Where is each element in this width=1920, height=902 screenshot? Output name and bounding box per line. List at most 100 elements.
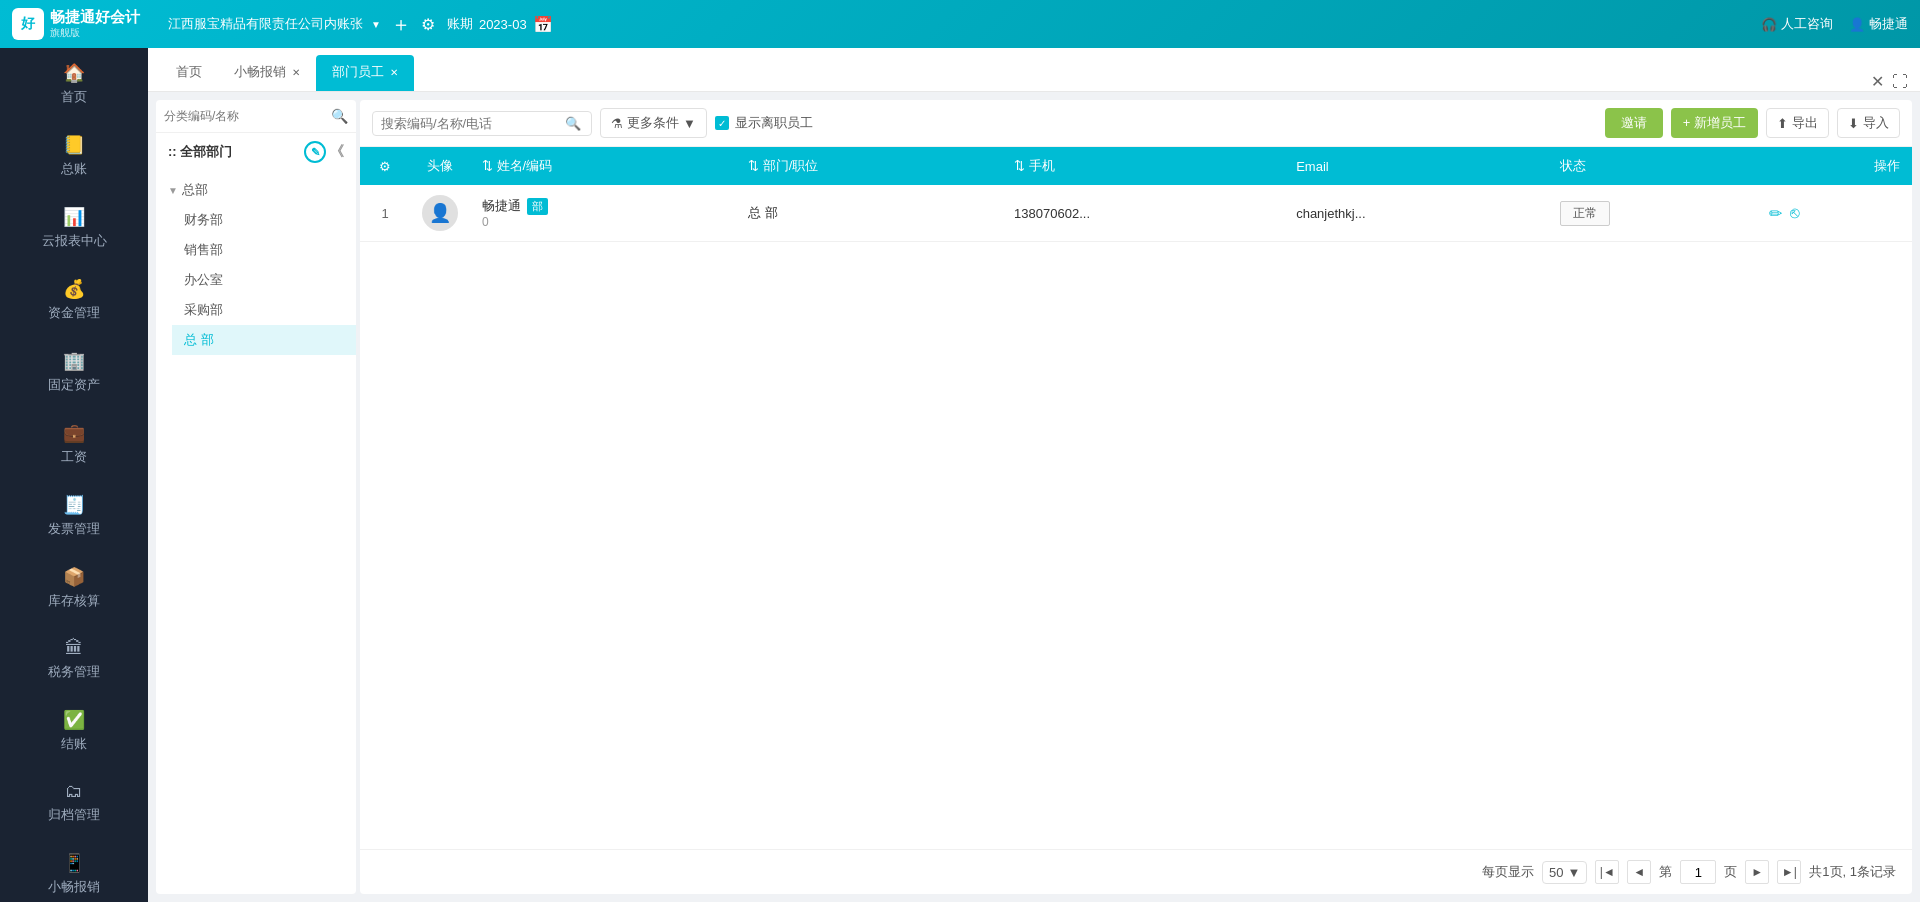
support-button[interactable]: 🎧 人工咨询 (1761, 15, 1833, 33)
dept-collapse-icon[interactable]: 《 (330, 143, 344, 161)
dept-search-icon[interactable]: 🔍 (331, 108, 348, 124)
settings-icon[interactable]: ⚙ (421, 15, 435, 34)
user-account[interactable]: 👤 畅捷通 (1849, 15, 1908, 33)
tab-expense-label: 小畅报销 (234, 63, 286, 81)
dept-tree: ▼ 总部 财务部 销售部 办公室 采购部 总 部 (156, 171, 356, 359)
sidebar-label-expense: 小畅报销 (48, 878, 100, 896)
sidebar-item-tax[interactable]: 🏛 税务管理 (0, 624, 148, 695)
employee-name-text: 畅捷通 (482, 197, 521, 215)
tab-home[interactable]: 首页 (160, 55, 218, 91)
assets-icon: 🏢 (63, 350, 85, 372)
employee-avatar: 👤 (422, 195, 458, 231)
sidebar-item-salary[interactable]: 💼 工资 (0, 408, 148, 480)
last-page-button[interactable]: ►| (1777, 860, 1801, 884)
add-account-button[interactable]: ＋ (391, 11, 411, 38)
employee-search-input[interactable] (381, 116, 561, 131)
sidebar-label-tax: 税务管理 (48, 663, 100, 681)
expense-icon: 📱 (63, 852, 85, 874)
close-window-icon[interactable]: ✕ (1871, 72, 1884, 91)
dept-node-general[interactable]: 总 部 (172, 325, 356, 355)
dept-edit-button[interactable]: ✎ (304, 141, 326, 163)
tab-bar: 首页 小畅报销 ✕ 部门员工 ✕ ✕ ⛶ (148, 48, 1920, 92)
tab-actions: ✕ ⛶ (1871, 72, 1908, 91)
dept-expand-icon: ▼ (168, 185, 178, 196)
sidebar-item-fixed-assets[interactable]: 🏢 固定资产 (0, 336, 148, 408)
tab-expense[interactable]: 小畅报销 ✕ (218, 55, 316, 91)
sidebar-item-closing[interactable]: ✅ 结账 (0, 695, 148, 767)
employee-email-cell: chanjethkj... (1284, 185, 1548, 242)
employee-avatar-cell: 👤 (410, 185, 470, 242)
col-name[interactable]: ⇅ 姓名/编码 (470, 147, 736, 185)
page-size-selector[interactable]: 50 ▼ (1542, 861, 1587, 884)
prev-page-button[interactable]: ◄ (1627, 860, 1651, 884)
dept-node-sales[interactable]: 销售部 (172, 235, 356, 265)
export-button[interactable]: ⬆ 导出 (1766, 108, 1829, 138)
dept-node-procurement[interactable]: 采购部 (172, 295, 356, 325)
sidebar-item-home[interactable]: 🏠 首页 (0, 48, 148, 120)
employee-dept-cell: 总 部 (736, 185, 1002, 242)
dept-node-office[interactable]: 办公室 (172, 265, 356, 295)
tax-icon: 🏛 (65, 638, 83, 659)
maximize-icon[interactable]: ⛶ (1892, 73, 1908, 91)
dept-panel: 🔍 :: 全部部门 ✎ 《 ▼ 总部 (156, 100, 356, 894)
dept-node-finance[interactable]: 财务部 (172, 205, 356, 235)
ledger-icon: 📒 (63, 134, 85, 156)
tab-department-label: 部门员工 (332, 63, 384, 81)
company-selector[interactable]: 江西服宝精品有限责任公司内账张 ▼ (168, 15, 381, 33)
account-period: 账期 2023-03 📅 (447, 15, 553, 34)
filter-button[interactable]: ⚗ 更多条件 ▼ (600, 108, 707, 138)
dept-group-name: 总部 (182, 181, 208, 199)
sidebar-item-archive[interactable]: 🗂 归档管理 (0, 767, 148, 838)
tab-department-close[interactable]: ✕ (390, 67, 398, 78)
sidebar-item-reports[interactable]: 📊 云报表中心 (0, 192, 148, 264)
employee-name-cell: 畅捷通 部 0 (470, 185, 736, 242)
edit-button[interactable]: ✏ (1769, 204, 1782, 223)
add-employee-button[interactable]: + 新增员工 (1671, 108, 1758, 138)
next-page-button[interactable]: ► (1745, 860, 1769, 884)
logout-button[interactable]: ⎋ (1790, 204, 1800, 222)
sidebar-label-archive: 归档管理 (48, 806, 100, 824)
sidebar-item-general-ledger[interactable]: 📒 总账 (0, 120, 148, 192)
top-header: 好 畅捷通好会计 旗舰版 江西服宝精品有限责任公司内账张 ▼ ＋ ⚙ 账期 20… (0, 0, 1920, 48)
dept-group-headquarters: ▼ 总部 财务部 销售部 办公室 采购部 总 部 (156, 175, 356, 355)
all-departments-label: :: 全部部门 (168, 143, 232, 161)
sidebar-label-funds: 资金管理 (48, 304, 100, 322)
col-settings[interactable]: ⚙ (360, 147, 410, 185)
employee-action-cell: ✏ ⎋ (1757, 185, 1912, 242)
company-dropdown-icon: ▼ (371, 19, 381, 30)
dept-search: 🔍 (156, 100, 356, 133)
page-size-dropdown-icon: ▼ (1567, 865, 1580, 880)
sidebar-item-inventory[interactable]: 📦 库存核算 (0, 552, 148, 624)
page-of-label: 第 (1659, 863, 1672, 881)
page-number-input[interactable] (1680, 860, 1716, 884)
support-label: 人工咨询 (1781, 15, 1833, 33)
invoice-icon: 🧾 (63, 494, 85, 516)
first-page-button[interactable]: |◄ (1595, 860, 1619, 884)
col-phone[interactable]: ⇅ 手机 (1002, 147, 1284, 185)
salary-icon: 💼 (63, 422, 85, 444)
sidebar-item-expense[interactable]: 📱 小畅报销 (0, 838, 148, 902)
invite-button[interactable]: 邀请 (1605, 108, 1663, 138)
show-resigned-label: 显示离职员工 (735, 114, 813, 132)
calendar-icon[interactable]: 📅 (533, 15, 553, 34)
dept-group-header[interactable]: ▼ 总部 (156, 175, 356, 205)
employee-search-icon[interactable]: 🔍 (565, 116, 581, 131)
tab-expense-close[interactable]: ✕ (292, 67, 300, 78)
sidebar-item-invoice[interactable]: 🧾 发票管理 (0, 480, 148, 552)
show-resigned-toggle[interactable]: ✓ 显示离职员工 (715, 114, 813, 132)
total-records-label: 共1页, 1条记录 (1809, 863, 1896, 881)
inventory-icon: 📦 (63, 566, 85, 588)
employee-dept-badge: 部 (527, 198, 548, 215)
resigned-checkbox[interactable]: ✓ (715, 116, 729, 130)
import-button[interactable]: ⬇ 导入 (1837, 108, 1900, 138)
col-dept[interactable]: ⇅ 部门/职位 (736, 147, 1002, 185)
dept-search-input[interactable] (164, 109, 327, 123)
sidebar: 🏠 首页 📒 总账 📊 云报表中心 💰 资金管理 🏢 固定资产 💼 工资 🧾 发… (0, 48, 148, 902)
tab-department[interactable]: 部门员工 ✕ (316, 55, 414, 91)
reports-icon: 📊 (63, 206, 85, 228)
account-period-label: 账期 (447, 15, 473, 33)
employee-search-box: 🔍 (372, 111, 592, 136)
status-badge: 正常 (1560, 201, 1610, 226)
page-content: 🔍 :: 全部部门 ✎ 《 ▼ 总部 (148, 92, 1920, 902)
sidebar-item-funds[interactable]: 💰 资金管理 (0, 264, 148, 336)
